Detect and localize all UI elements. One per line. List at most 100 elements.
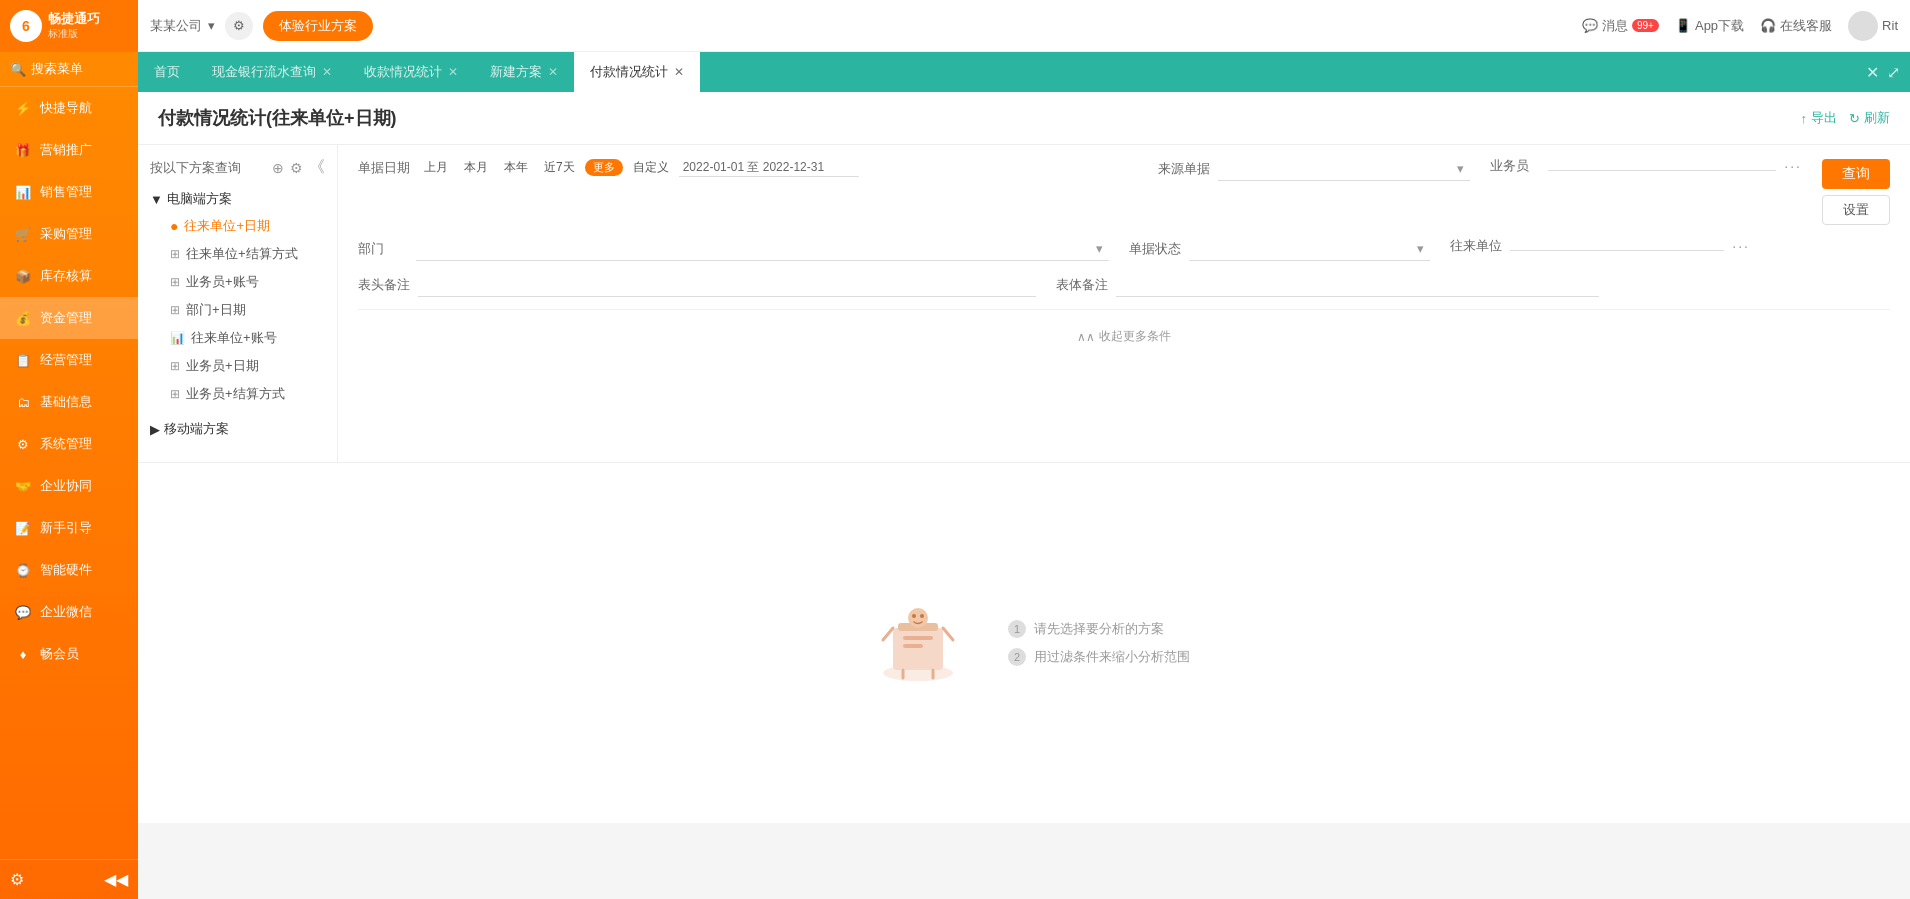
sidebar-search[interactable]: 🔍 搜索菜单 — [0, 52, 138, 87]
staff-dots[interactable]: ··· — [1784, 158, 1802, 174]
sidebar-item-label: 资金管理 — [40, 309, 92, 327]
app-download-btn[interactable]: 📱 App下载 — [1675, 17, 1744, 35]
sidebar-item-label: 系统管理 — [40, 435, 92, 453]
topbar-settings-btn[interactable]: ⚙ — [225, 12, 253, 40]
sidebar-item-label: 企业微信 — [40, 603, 92, 621]
svg-line-8 — [883, 628, 893, 640]
collapse-conditions-btn[interactable]: ∧∧ 收起更多条件 — [1069, 320, 1179, 353]
tab-cashflow[interactable]: 现金银行流水查询 ✕ — [196, 52, 348, 92]
sidebar-item-operation[interactable]: 📋 经营管理 — [0, 339, 138, 381]
tab-new-scheme-label: 新建方案 — [490, 63, 542, 81]
tabbar: 首页 现金银行流水查询 ✕ 收款情况统计 ✕ 新建方案 ✕ 付款情况统计 ✕ ✕… — [138, 52, 1910, 92]
sidebar-nav: ⚡ 快捷导航 🎁 营销推广 📊 销售管理 🛒 采购管理 📦 库存核算 💰 资金管… — [0, 87, 138, 859]
source-voucher-select[interactable]: ▾ — [1218, 157, 1470, 181]
scheme-unit-date[interactable]: ● 往来单位+日期 — [150, 212, 325, 240]
unit-dots[interactable]: ··· — [1732, 238, 1750, 254]
user-avatar[interactable]: Rit — [1848, 11, 1898, 41]
dept-select[interactable]: ▾ — [416, 237, 1109, 261]
settings-btn[interactable]: 设置 — [1822, 195, 1890, 225]
scheme-unit-settlement[interactable]: ⊞ 往来单位+结算方式 — [150, 240, 325, 268]
footer-settings-btn[interactable]: ⚙ — [10, 870, 24, 889]
desktop-section-header[interactable]: ▼ 电脑端方案 — [150, 186, 325, 212]
svg-point-7 — [920, 614, 924, 618]
tab-new-scheme[interactable]: 新建方案 ✕ — [474, 52, 574, 92]
notification-btn[interactable]: 💬 消息 99+ — [1582, 17, 1659, 35]
date-more-btn[interactable]: 更多 — [585, 159, 623, 176]
scheme-table5-icon: ⊞ — [170, 387, 180, 401]
sidebar-item-sales[interactable]: 📊 销售管理 — [0, 171, 138, 213]
filter-voucher-date: 单据日期 上月 本月 本年 近7天 更多 自定义 — [358, 157, 1138, 178]
logo-text: 畅捷通巧 — [48, 11, 100, 28]
add-scheme-icon[interactable]: ⊕ — [272, 160, 284, 176]
tab-payment[interactable]: 付款情况统计 ✕ — [574, 52, 700, 92]
online-service-btn[interactable]: 🎧 在线客服 — [1760, 17, 1832, 35]
export-btn[interactable]: ↑ 导出 — [1801, 109, 1838, 127]
sidebar-item-hardware[interactable]: ⌚ 智能硬件 — [0, 549, 138, 591]
unit-select[interactable] — [1510, 242, 1725, 251]
topbar-actions: 💬 消息 99+ 📱 App下载 🎧 在线客服 Rit — [1582, 11, 1898, 41]
sidebar-item-marketing[interactable]: 🎁 营销推广 — [0, 129, 138, 171]
scheme-staff-account[interactable]: ⊞ 业务员+账号 — [150, 268, 325, 296]
voucher-status-select[interactable]: ▾ — [1189, 237, 1429, 261]
refresh-btn[interactable]: ↻ 刷新 — [1849, 109, 1890, 127]
query-btn[interactable]: 查询 — [1822, 159, 1890, 189]
filter-header-remark: 表头备注 — [358, 273, 1036, 297]
header-remark-input[interactable] — [418, 273, 1036, 297]
tab-cashflow-close[interactable]: ✕ — [322, 65, 332, 79]
date-custom-btn[interactable]: 自定义 — [627, 157, 675, 178]
settings-scheme-icon[interactable]: ⚙ — [290, 160, 303, 176]
scheme-dept-date[interactable]: ⊞ 部门+日期 — [150, 296, 325, 324]
scheme-staff-date[interactable]: ⊞ 业务员+日期 — [150, 352, 325, 380]
sidebar-item-quick-nav[interactable]: ⚡ 快捷导航 — [0, 87, 138, 129]
tab-payment-close[interactable]: ✕ — [674, 65, 684, 79]
sidebar-item-label: 畅会员 — [40, 645, 79, 663]
scheme-label: 按以下方案查询 — [150, 159, 241, 177]
scheme-staff-settlement[interactable]: ⊞ 业务员+结算方式 — [150, 380, 325, 408]
refresh-label: 刷新 — [1864, 109, 1890, 127]
logo-icon: 6 — [10, 10, 42, 42]
company-selector[interactable]: 某某公司 ▾ — [150, 17, 215, 35]
svg-rect-1 — [893, 628, 943, 670]
step-2-num: 2 — [1008, 648, 1026, 666]
date-last7days-btn[interactable]: 近7天 — [538, 157, 581, 178]
filter-dept: 部门 ▾ — [358, 237, 1109, 261]
online-service-label: 在线客服 — [1780, 17, 1832, 35]
tab-new-scheme-close[interactable]: ✕ — [548, 65, 558, 79]
hardware-icon: ⌚ — [14, 561, 32, 579]
tab-home[interactable]: 首页 — [138, 52, 196, 92]
sidebar-item-system[interactable]: ⚙ 系统管理 — [0, 423, 138, 465]
mobile-scheme-section: ▶ 移动端方案 — [150, 416, 325, 442]
settings-icon: ⚙ — [233, 18, 245, 33]
sidebar-item-capital[interactable]: 💰 资金管理 — [0, 297, 138, 339]
sidebar-item-member[interactable]: ♦ 畅会员 — [0, 633, 138, 675]
basic-icon: 🗂 — [14, 393, 32, 411]
body-remark-input[interactable] — [1116, 273, 1599, 297]
sidebar-item-guide[interactable]: 📝 新手引导 — [0, 507, 138, 549]
staff-select[interactable] — [1548, 162, 1776, 171]
trial-btn[interactable]: 体验行业方案 — [263, 11, 373, 41]
scheme-staff-date-label: 业务员+日期 — [186, 357, 259, 375]
date-this-month-btn[interactable]: 本月 — [458, 157, 494, 178]
date-quick-btns: 上月 本月 本年 近7天 更多 自定义 — [418, 157, 675, 178]
date-range-input[interactable] — [679, 158, 859, 177]
app-download-label: App下载 — [1695, 17, 1744, 35]
tab-collection[interactable]: 收款情况统计 ✕ — [348, 52, 474, 92]
sidebar-item-inventory[interactable]: 📦 库存核算 — [0, 255, 138, 297]
close-all-tabs-btn[interactable]: ✕ — [1866, 63, 1879, 82]
tab-collection-close[interactable]: ✕ — [448, 65, 458, 79]
footer-collapse-btn[interactable]: ◀◀ — [104, 870, 128, 889]
sidebar-item-purchase[interactable]: 🛒 采购管理 — [0, 213, 138, 255]
scheme-unit-account[interactable]: 📊 往来单位+账号 — [150, 324, 325, 352]
collapse-scheme-arrow[interactable]: 《 — [309, 157, 325, 178]
expand-btn[interactable]: ⤢ — [1887, 63, 1900, 82]
date-this-year-btn[interactable]: 本年 — [498, 157, 534, 178]
date-last-month-btn[interactable]: 上月 — [418, 157, 454, 178]
sidebar-item-wechat[interactable]: 💬 企业微信 — [0, 591, 138, 633]
sidebar-item-label: 企业协同 — [40, 477, 92, 495]
sidebar-item-enterprise[interactable]: 🤝 企业协同 — [0, 465, 138, 507]
sidebar-item-basic[interactable]: 🗂 基础信息 — [0, 381, 138, 423]
sales-icon: 📊 — [14, 183, 32, 201]
company-dropdown-icon: ▾ — [208, 18, 215, 33]
mobile-section-header[interactable]: ▶ 移动端方案 — [150, 416, 325, 442]
voucher-date-label: 单据日期 — [358, 159, 410, 177]
